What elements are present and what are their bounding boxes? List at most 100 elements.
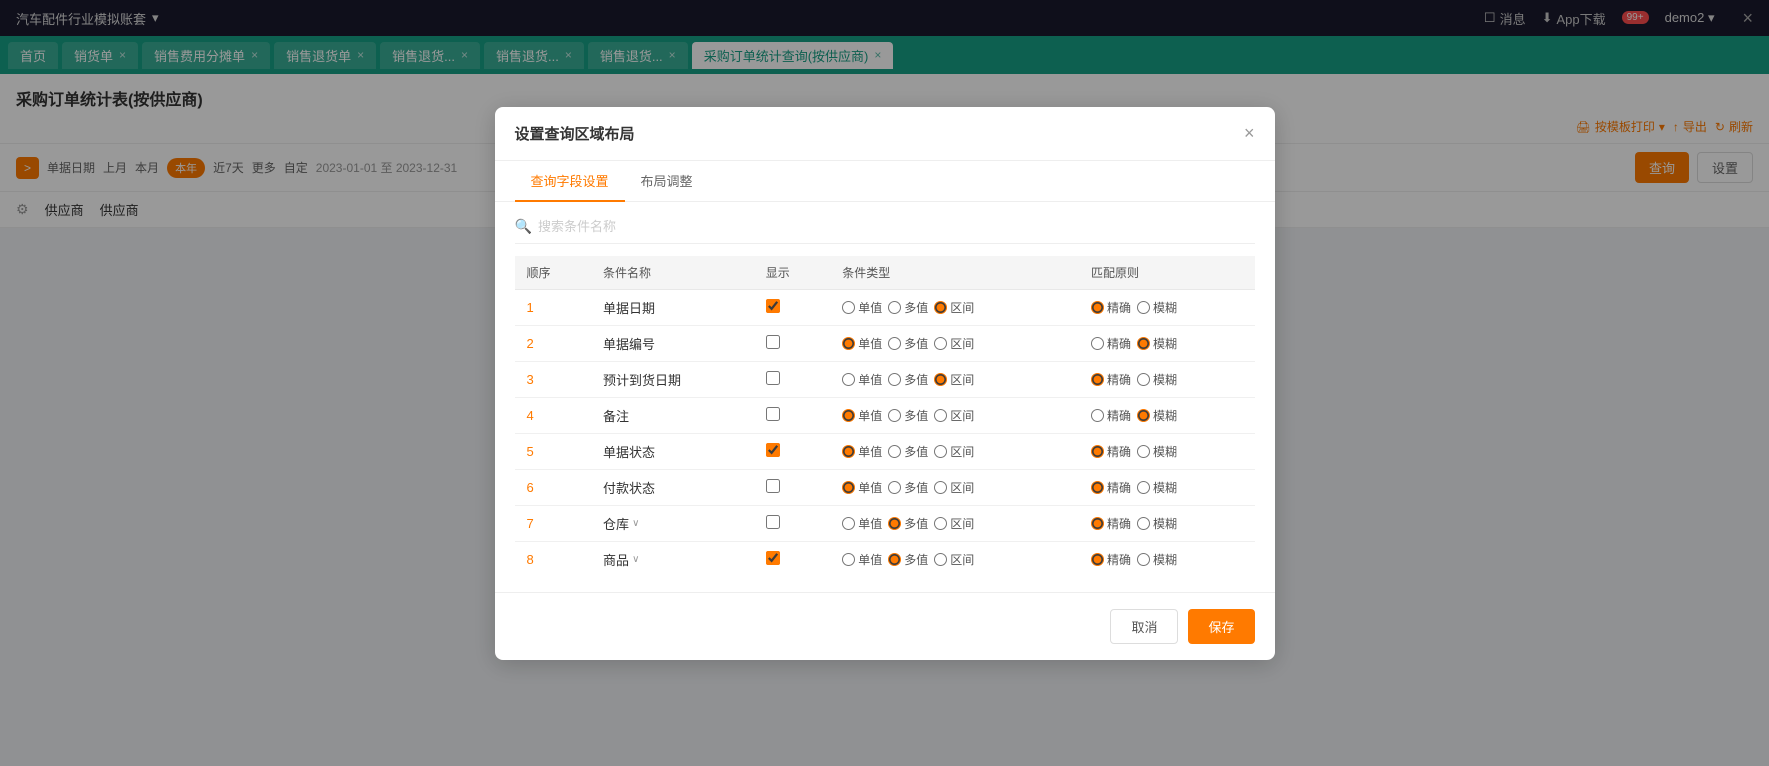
radio-exact[interactable]	[1091, 481, 1104, 494]
match-fuzzy[interactable]: 模糊	[1137, 407, 1177, 424]
cond-type-multi[interactable]: 多值	[888, 335, 928, 352]
radio-exact[interactable]	[1091, 301, 1104, 314]
radio-single[interactable]	[842, 553, 855, 566]
match-fuzzy[interactable]: 模糊	[1137, 551, 1177, 568]
match-exact[interactable]: 精确	[1091, 515, 1131, 532]
radio-single[interactable]	[842, 481, 855, 494]
match-exact[interactable]: 精确	[1091, 443, 1131, 460]
radio-range[interactable]	[934, 337, 947, 350]
radio-single[interactable]	[842, 409, 855, 422]
match-exact[interactable]: 精确	[1091, 335, 1131, 352]
match-fuzzy[interactable]: 模糊	[1137, 299, 1177, 316]
display-checkbox[interactable]	[766, 479, 780, 493]
radio-multi[interactable]	[888, 301, 901, 314]
cond-type-multi[interactable]: 多值	[888, 299, 928, 316]
radio-fuzzy[interactable]	[1137, 409, 1150, 422]
match-fuzzy[interactable]: 模糊	[1137, 371, 1177, 388]
radio-multi[interactable]	[888, 481, 901, 494]
radio-exact[interactable]	[1091, 445, 1104, 458]
radio-multi[interactable]	[888, 445, 901, 458]
display-checkbox[interactable]	[766, 515, 780, 529]
radio-multi[interactable]	[888, 373, 901, 386]
radio-single[interactable]	[842, 445, 855, 458]
match-exact[interactable]: 精确	[1091, 551, 1131, 568]
radio-multi[interactable]	[888, 409, 901, 422]
display-checkbox[interactable]	[766, 371, 780, 385]
match-exact[interactable]: 精确	[1091, 479, 1131, 496]
radio-exact[interactable]	[1091, 409, 1104, 422]
match-exact[interactable]: 精确	[1091, 371, 1131, 388]
cond-type-single[interactable]: 单值	[842, 335, 882, 352]
dialog-close-btn[interactable]: ×	[1244, 124, 1255, 142]
radio-fuzzy[interactable]	[1137, 481, 1150, 494]
cond-type-single[interactable]: 单值	[842, 371, 882, 388]
save-btn[interactable]: 保存	[1188, 609, 1254, 644]
cond-type-range[interactable]: 区间	[934, 335, 974, 352]
radio-fuzzy[interactable]	[1137, 445, 1150, 458]
cond-type-multi[interactable]: 多值	[888, 443, 928, 460]
row-display-1	[754, 325, 831, 361]
cond-type-range[interactable]: 区间	[934, 371, 974, 388]
cond-type-range[interactable]: 区间	[934, 299, 974, 316]
radio-fuzzy[interactable]	[1137, 517, 1150, 530]
radio-range[interactable]	[934, 373, 947, 386]
cond-type-multi[interactable]: 多值	[888, 551, 928, 568]
radio-single[interactable]	[842, 301, 855, 314]
match-fuzzy[interactable]: 模糊	[1137, 335, 1177, 352]
display-checkbox[interactable]	[766, 551, 780, 565]
radio-fuzzy[interactable]	[1137, 373, 1150, 386]
cond-type-range[interactable]: 区间	[934, 551, 974, 568]
radio-exact[interactable]	[1091, 337, 1104, 350]
cond-type-single[interactable]: 单值	[842, 443, 882, 460]
cond-type-range[interactable]: 区间	[934, 479, 974, 496]
match-exact[interactable]: 精确	[1091, 299, 1131, 316]
match-fuzzy[interactable]: 模糊	[1137, 479, 1177, 496]
radio-fuzzy[interactable]	[1137, 337, 1150, 350]
row-name-1: 单据编号	[591, 325, 754, 361]
cond-type-multi[interactable]: 多值	[888, 515, 928, 532]
radio-range[interactable]	[934, 409, 947, 422]
tab-query-fields[interactable]: 查询字段设置	[515, 161, 625, 202]
cond-type-range[interactable]: 区间	[934, 515, 974, 532]
cond-type-multi[interactable]: 多值	[888, 371, 928, 388]
display-checkbox[interactable]	[766, 407, 780, 421]
tab-layout-adjust[interactable]: 布局调整	[625, 161, 709, 202]
radio-multi[interactable]	[888, 553, 901, 566]
cond-type-range[interactable]: 区间	[934, 407, 974, 424]
cond-type-multi[interactable]: 多值	[888, 407, 928, 424]
match-exact[interactable]: 精确	[1091, 407, 1131, 424]
radio-range[interactable]	[934, 517, 947, 530]
radio-range[interactable]	[934, 445, 947, 458]
match-fuzzy[interactable]: 模糊	[1137, 443, 1177, 460]
cond-type-single[interactable]: 单值	[842, 551, 882, 568]
cond-type-range[interactable]: 区间	[934, 443, 974, 460]
row-cond-type-3: 单值 多值 区间	[830, 397, 1079, 433]
radio-single[interactable]	[842, 517, 855, 530]
display-checkbox[interactable]	[766, 335, 780, 349]
radio-range[interactable]	[934, 553, 947, 566]
radio-multi[interactable]	[888, 517, 901, 530]
radio-exact[interactable]	[1091, 517, 1104, 530]
cancel-btn[interactable]: 取消	[1110, 609, 1178, 644]
cond-type-multi[interactable]: 多值	[888, 479, 928, 496]
radio-single[interactable]	[842, 337, 855, 350]
radio-fuzzy[interactable]	[1137, 301, 1150, 314]
radio-fuzzy[interactable]	[1137, 553, 1150, 566]
radio-multi[interactable]	[888, 337, 901, 350]
radio-range[interactable]	[934, 481, 947, 494]
match-fuzzy[interactable]: 模糊	[1137, 515, 1177, 532]
radio-range[interactable]	[934, 301, 947, 314]
cond-type-single[interactable]: 单值	[842, 299, 882, 316]
radio-exact[interactable]	[1091, 553, 1104, 566]
expand-icon[interactable]: ∨	[632, 554, 639, 565]
radio-single[interactable]	[842, 373, 855, 386]
search-input[interactable]	[538, 219, 738, 234]
cond-type-single[interactable]: 单值	[842, 515, 882, 532]
cond-type-single[interactable]: 单值	[842, 479, 882, 496]
radio-exact[interactable]	[1091, 373, 1104, 386]
cond-type-single[interactable]: 单值	[842, 407, 882, 424]
display-checkbox[interactable]	[766, 299, 780, 313]
display-checkbox[interactable]	[766, 443, 780, 457]
expand-icon[interactable]: ∨	[632, 518, 639, 529]
cond-type-group: 单值 多值 区间	[842, 551, 1067, 568]
